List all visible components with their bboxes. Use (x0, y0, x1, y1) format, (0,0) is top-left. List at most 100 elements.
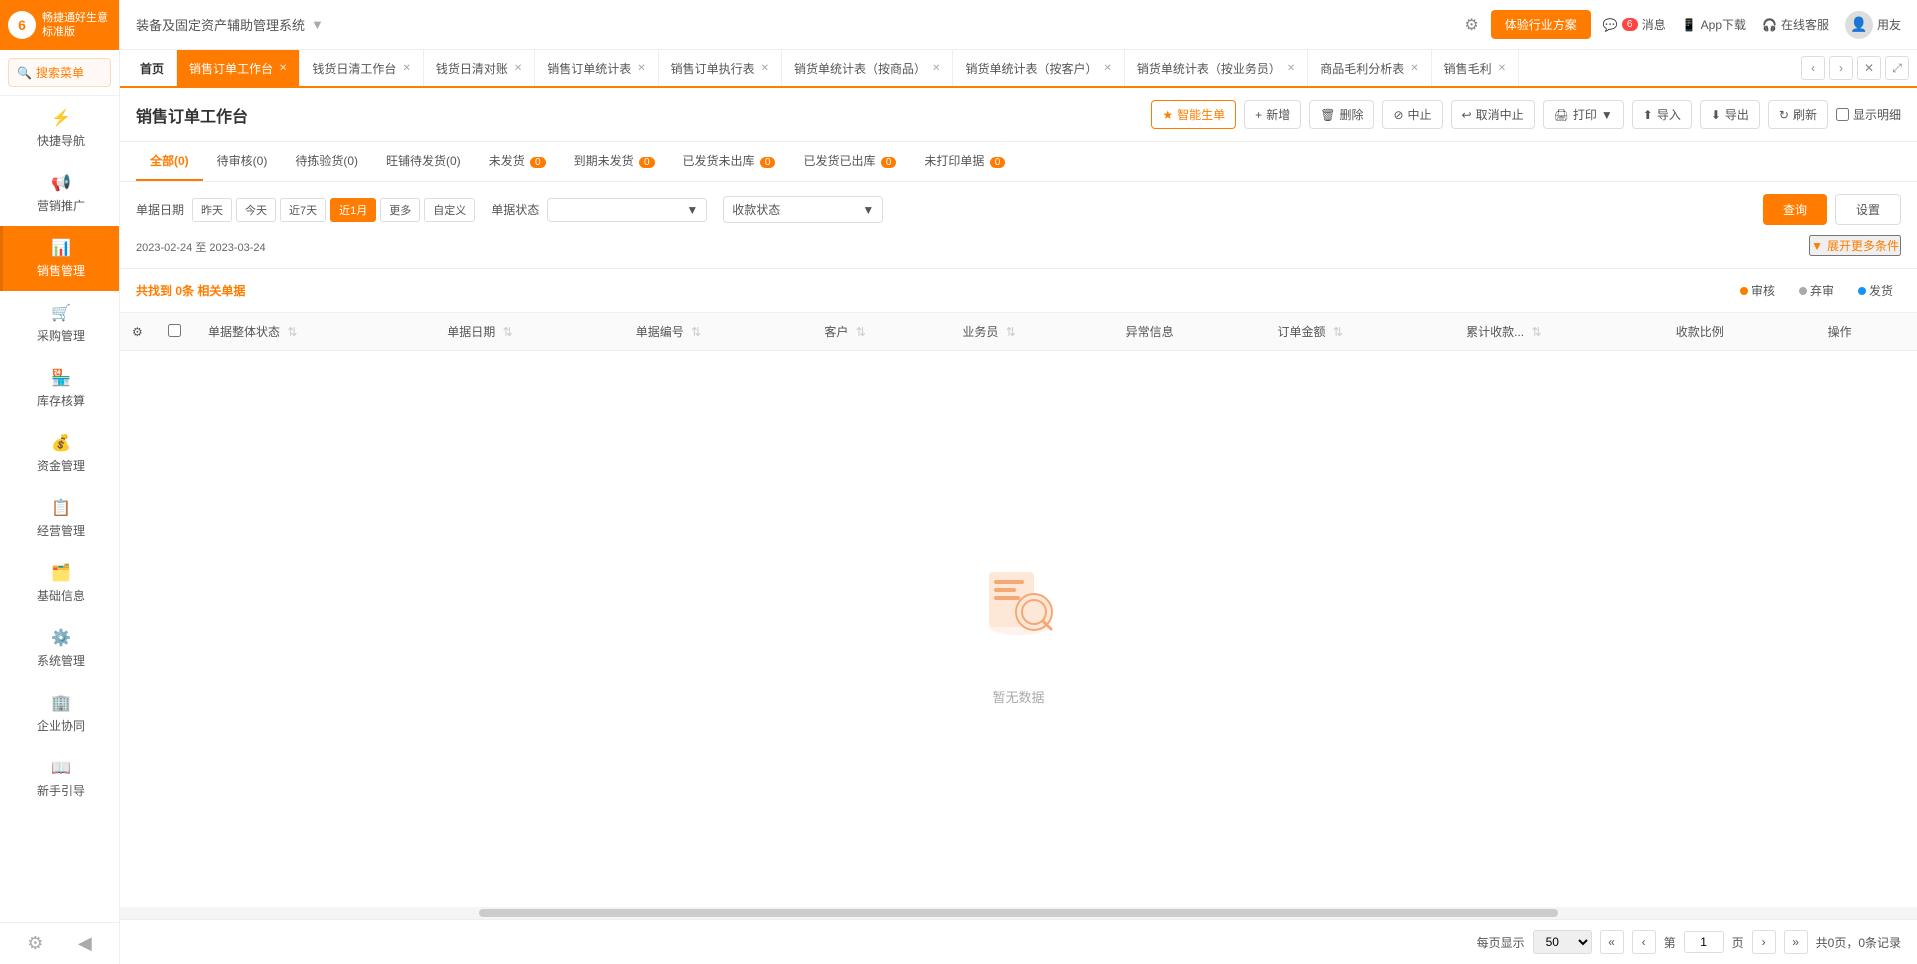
stop-button[interactable]: ⊘ 中止 (1382, 100, 1442, 129)
tab-next-button[interactable]: › (1829, 56, 1853, 80)
filter-tab-overdue-unshipped[interactable]: 到期未发货 0 (560, 142, 669, 181)
tab-close-icon[interactable]: ✕ (1287, 63, 1295, 74)
sidebar: 6 畅捷通好生意 标准版 🔍 搜索菜单 ⚡ 快捷导航 📢 营销推广 📊 销售管理… (0, 0, 120, 964)
filter-tab-not-printed[interactable]: 未打印单据 0 (910, 142, 1019, 181)
sidebar-item-sales[interactable]: 📊 销售管理 (0, 226, 119, 291)
app-download-button[interactable]: 📱 App下载 (1682, 16, 1746, 33)
filter-tab-pending-check[interactable]: 待拣验货(0) (281, 142, 372, 181)
add-button[interactable]: + 新增 (1244, 100, 1301, 129)
date-1month-btn[interactable]: 近1月 (330, 198, 376, 222)
th-salesperson[interactable]: 业务员 ⇅ (950, 313, 1113, 351)
tab-close-icon[interactable]: ✕ (1410, 63, 1418, 74)
select-all-checkbox[interactable] (168, 324, 181, 337)
date-more-btn[interactable]: 更多 (380, 198, 420, 222)
filter-tab-shipped-out[interactable]: 已发货已出库 0 (789, 142, 910, 181)
sidebar-item-inventory[interactable]: 🏪 库存核算 (0, 356, 119, 421)
filter-tab-wangpu[interactable]: 旺铺待发货(0) (372, 142, 475, 181)
tab-home[interactable]: 首页 (128, 50, 177, 87)
smart-create-button[interactable]: ★ 智能生单 (1151, 100, 1236, 129)
tab-close-icon[interactable]: ✕ (1498, 63, 1506, 74)
settings-bottom-icon[interactable]: ⚙ (27, 933, 43, 954)
show-detail-input[interactable] (1836, 108, 1849, 121)
tab-cash-clear[interactable]: 钱货日清工作台 ✕ (300, 50, 423, 87)
content-area: 销售订单工作台 ★ 智能生单 + 新增 🗑 删除 ⊘ 中止 (120, 88, 1917, 964)
date-today-btn[interactable]: 今天 (236, 198, 276, 222)
filter-tab-unshipped[interactable]: 未发货 0 (475, 142, 560, 181)
tab-sales-product[interactable]: 销货单统计表（按商品） ✕ (782, 50, 953, 87)
tab-prev-button[interactable]: ‹ (1801, 56, 1825, 80)
tab-sales-exec[interactable]: 销售订单执行表 ✕ (659, 50, 782, 87)
audit-action-button[interactable]: 审核 (1732, 279, 1783, 302)
online-service-button[interactable]: 🎧 在线客服 (1762, 16, 1829, 33)
cancel-stop-button[interactable]: ↩ 取消中止 (1451, 100, 1535, 129)
tab-close-all-button[interactable]: ✕ (1857, 56, 1881, 80)
user-menu[interactable]: 👤 用友 (1845, 11, 1901, 39)
delete-button[interactable]: 🗑 删除 (1309, 100, 1374, 129)
sidebar-item-purchase[interactable]: 🛒 采购管理 (0, 291, 119, 356)
setting-button[interactable]: 设置 (1835, 194, 1901, 225)
tabbar: 首页 销售订单工作台 ✕ 钱货日清工作台 ✕ 钱货日清对账 ✕ 销售订单统计表 … (120, 50, 1917, 88)
settings-column-icon[interactable]: ⚙ (132, 325, 143, 339)
date-custom-btn[interactable]: 自定义 (424, 198, 475, 222)
sidebar-item-enterprise[interactable]: 🏢 企业协同 (0, 681, 119, 746)
filter-tab-shipped-not-out[interactable]: 已发货未出库 0 (669, 142, 790, 181)
date-7days-btn[interactable]: 近7天 (280, 198, 326, 222)
horizontal-scrollbar[interactable] (120, 907, 1917, 919)
tab-sales-customer[interactable]: 销货单统计表（按客户） ✕ (953, 50, 1124, 87)
next-page-button[interactable]: › (1752, 930, 1776, 954)
refresh-button[interactable]: ↻ 刷新 (1768, 100, 1828, 129)
tab-close-icon[interactable]: ✕ (1103, 63, 1111, 74)
filter-tab-pending-audit[interactable]: 待审核(0) (203, 142, 282, 181)
query-button[interactable]: 查询 (1763, 194, 1827, 225)
tab-close-icon[interactable]: ✕ (402, 63, 410, 74)
sidebar-item-operations[interactable]: 📋 经营管理 (0, 486, 119, 551)
sidebar-item-marketing[interactable]: 📢 营销推广 (0, 161, 119, 226)
expand-conditions-button[interactable]: ▼ 展开更多条件 (1809, 235, 1901, 256)
collapse-icon[interactable]: ◀ (78, 933, 92, 954)
th-order-amount[interactable]: 订单金额 ⇅ (1266, 313, 1455, 351)
tab-sales-stats[interactable]: 销售订单统计表 ✕ (535, 50, 658, 87)
tab-maximize-button[interactable]: ⤢ (1885, 56, 1909, 80)
export-button[interactable]: ⬇ 导出 (1700, 100, 1760, 129)
per-page-select[interactable]: 50 100 200 (1533, 930, 1592, 954)
tab-close-icon[interactable]: ✕ (932, 63, 940, 74)
show-detail-checkbox[interactable]: 显示明细 (1836, 106, 1901, 123)
sidebar-item-system[interactable]: ⚙️ 系统管理 (0, 616, 119, 681)
import-button[interactable]: ⬆ 导入 (1632, 100, 1692, 129)
date-yesterday-btn[interactable]: 昨天 (192, 198, 232, 222)
filter-tab-all[interactable]: 全部(0) (136, 142, 203, 181)
first-page-button[interactable]: « (1600, 930, 1624, 954)
sidebar-item-basic-info[interactable]: 🗂️ 基础信息 (0, 551, 119, 616)
ship-action-button[interactable]: 发货 (1850, 279, 1901, 302)
prev-page-button[interactable]: ‹ (1632, 930, 1656, 954)
tab-close-icon[interactable]: ✕ (514, 63, 522, 74)
sidebar-item-finance[interactable]: 💰 资金管理 (0, 421, 119, 486)
page-input[interactable] (1684, 931, 1724, 953)
topbar-gear-icon[interactable]: ⚙ (1464, 15, 1478, 35)
cancel-audit-action-button[interactable]: 弃审 (1791, 279, 1842, 302)
payment-status-select[interactable]: 收款状态 ▼ (723, 196, 883, 223)
search-menu-button[interactable]: 🔍 搜索菜单 (8, 58, 111, 87)
tab-close-icon[interactable]: ✕ (637, 63, 645, 74)
th-document-number[interactable]: 单据编号 ⇅ (624, 313, 813, 351)
tab-close-icon[interactable]: ✕ (761, 63, 769, 74)
search-row-2: 2023-02-24 至 2023-03-24 ▼ 展开更多条件 (136, 235, 1901, 256)
tab-sales-margin[interactable]: 销售毛利 ✕ (1432, 50, 1519, 87)
tab-cash-reconcile[interactable]: 钱货日清对账 ✕ (424, 50, 535, 87)
last-page-button[interactable]: » (1784, 930, 1808, 954)
message-button[interactable]: 💬 6 消息 (1603, 16, 1666, 33)
tab-close-icon[interactable]: ✕ (279, 63, 287, 74)
status-select[interactable]: ▼ (547, 198, 707, 222)
sidebar-item-new-guide[interactable]: 📖 新手引导 (0, 746, 119, 811)
th-document-date[interactable]: 单据日期 ⇅ (435, 313, 624, 351)
industry-solution-button[interactable]: 体验行业方案 (1491, 10, 1591, 39)
tab-sales-workbench[interactable]: 销售订单工作台 ✕ (177, 50, 300, 87)
topbar-dropdown-icon[interactable]: ▼ (311, 17, 324, 32)
th-customer[interactable]: 客户 ⇅ (812, 313, 950, 351)
tab-product-margin[interactable]: 商品毛利分析表 ✕ (1308, 50, 1431, 87)
th-cumulative-payment[interactable]: 累计收款... ⇅ (1454, 313, 1664, 351)
tab-sales-staff[interactable]: 销货单统计表（按业务员） ✕ (1125, 50, 1308, 87)
sidebar-item-quick-nav[interactable]: ⚡ 快捷导航 (0, 96, 119, 161)
th-document-status[interactable]: 单据整体状态 ⇅ (196, 313, 435, 351)
print-button[interactable]: 🖨 打印 ▼ (1543, 100, 1624, 129)
